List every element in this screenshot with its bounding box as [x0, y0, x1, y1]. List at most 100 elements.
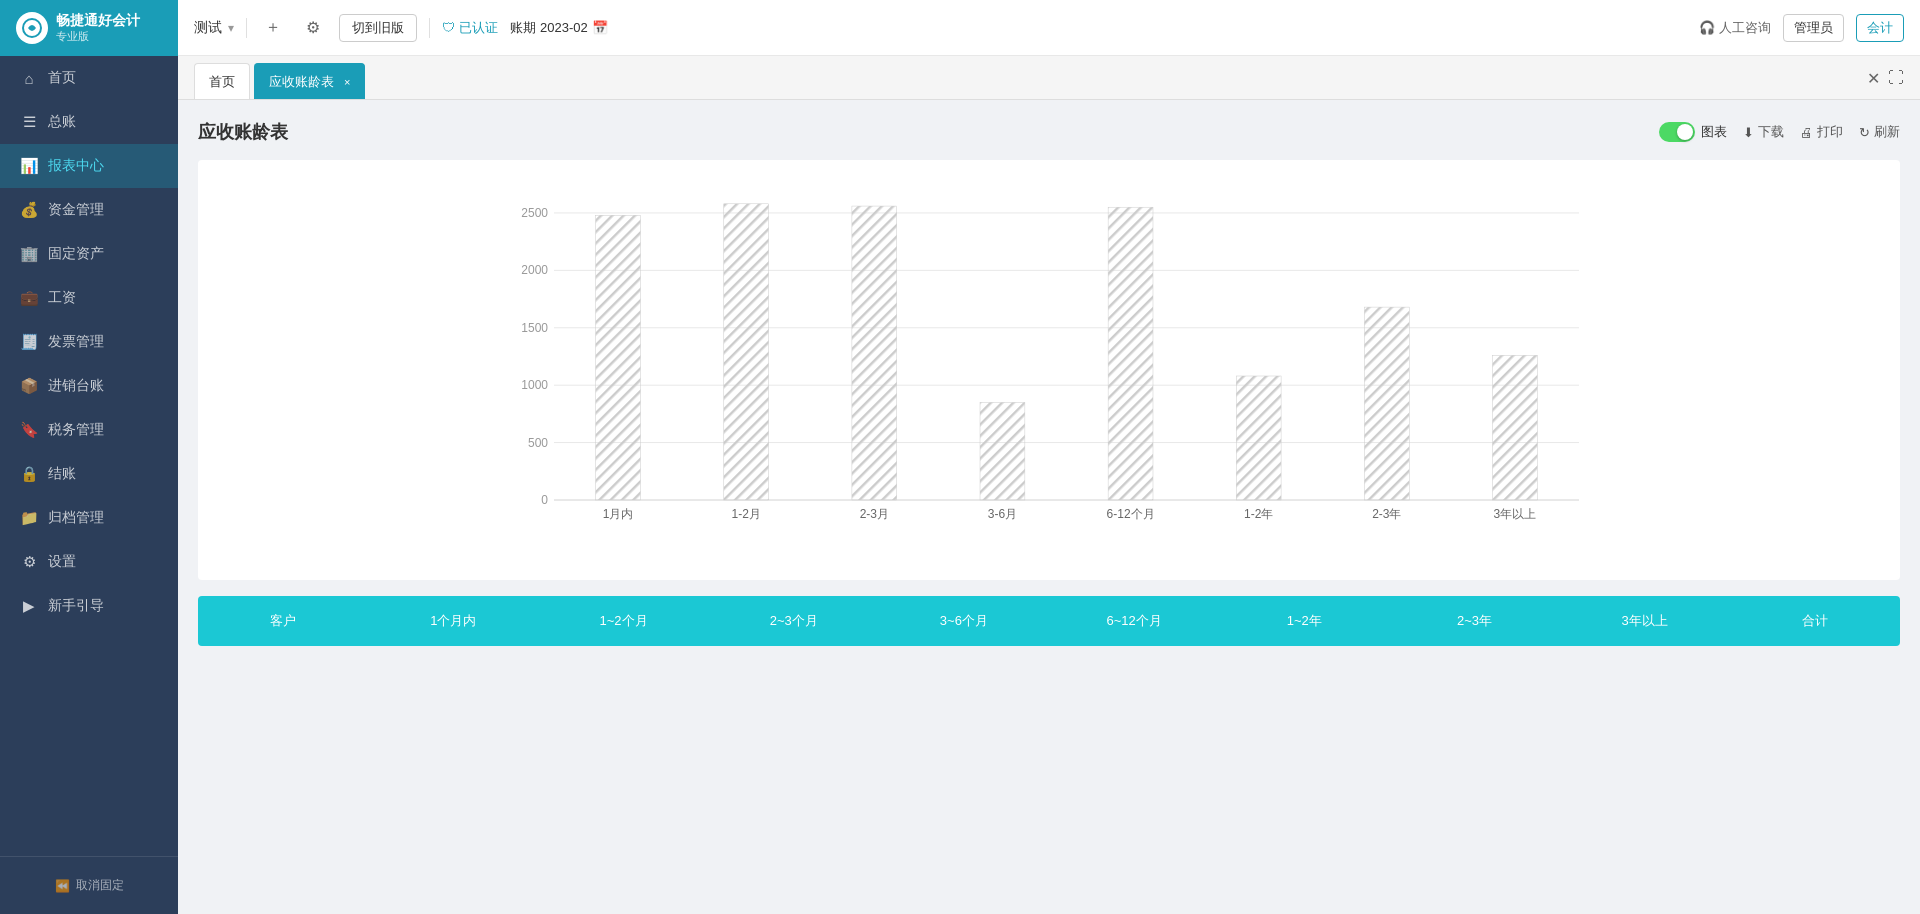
- tabs-bar: 首页应收账龄表× ✕ ⛶: [178, 56, 1920, 100]
- sidebar: 畅捷通好会计 专业版 ⌂首页 ☰ 总账 📊报表中心💰资金管理 🏢 固定资产 💼工资🧾发票管理…: [0, 0, 178, 914]
- tabs-right-actions: ✕ ⛶: [1867, 68, 1904, 87]
- nav-label-tax: 税务管理: [48, 421, 104, 439]
- sidebar-item-reports[interactable]: 📊报表中心: [0, 144, 178, 188]
- nav-label-guide: 新手引导: [48, 597, 104, 615]
- svg-text:0: 0: [541, 493, 548, 507]
- bar-3年以上: [1493, 355, 1538, 500]
- table-header-1~2年: 1~2年: [1219, 596, 1389, 646]
- tab-home[interactable]: 首页: [194, 63, 250, 99]
- table-header-6~12个月: 6~12个月: [1049, 596, 1219, 646]
- switch-version-btn[interactable]: 切到旧版: [339, 14, 417, 42]
- sidebar-item-assets[interactable]: 🏢 固定资产: [0, 232, 178, 276]
- chart-toggle[interactable]: [1659, 122, 1695, 142]
- sidebar-item-home[interactable]: ⌂首页: [0, 56, 178, 100]
- print-btn[interactable]: 🖨 打印: [1800, 123, 1843, 141]
- tab-close-aging[interactable]: ×: [344, 76, 350, 88]
- x-label-3-6月: 3-6月: [988, 507, 1017, 521]
- sidebar-item-ledger[interactable]: ☰ 总账: [0, 100, 178, 144]
- x-label-6-12个月: 6-12个月: [1107, 507, 1155, 521]
- sidebar-item-archive[interactable]: 📁 归档管理: [0, 496, 178, 540]
- x-label-1-2月: 1-2月: [732, 507, 761, 521]
- table-header-3年以上: 3年以上: [1560, 596, 1730, 646]
- report-actions: 图表 ⬇ 下载 🖨 打印 ↻ 刷新: [1659, 122, 1900, 142]
- table-header: 客户1个月内1~2个月2~3个月3~6个月6~12个月1~2年2~3年3年以上合…: [198, 596, 1900, 646]
- sidebar-item-invoice[interactable]: 🧾发票管理: [0, 320, 178, 364]
- nav-label-assets: 固定资产: [48, 245, 104, 263]
- download-icon: ⬇: [1743, 125, 1754, 140]
- bar-1-2月: [724, 204, 769, 500]
- refresh-btn[interactable]: ↻ 刷新: [1859, 123, 1900, 141]
- svg-text:1000: 1000: [521, 378, 548, 392]
- bar-1-2年: [1236, 376, 1281, 500]
- bar-chart-wrapper: 050010001500200025001月内1-2月2-3月3-6月6-12个…: [218, 180, 1880, 560]
- main-area: 测试 ▾ ＋ ⚙ 切到旧版 🛡 已认证 账期 2023-02 📅 🎧 人工咨询 …: [178, 0, 1920, 914]
- download-btn[interactable]: ⬇ 下载: [1743, 123, 1784, 141]
- refresh-icon: ↻: [1859, 125, 1870, 140]
- sidebar-item-trade[interactable]: 📦进销台账: [0, 364, 178, 408]
- sidebar-item-guide[interactable]: ▶ 新手引导: [0, 584, 178, 628]
- calendar-icon[interactable]: 📅: [592, 20, 608, 35]
- expand-btn[interactable]: ⛶: [1888, 68, 1904, 87]
- nav-icon-close: 🔒: [20, 465, 38, 483]
- bar-6-12个月: [1108, 207, 1153, 500]
- verified-badge: 🛡 已认证: [442, 19, 498, 37]
- shield-icon: 🛡: [442, 20, 455, 35]
- sidebar-bottom: ⏪ 取消固定: [0, 856, 178, 914]
- table-header-2~3年: 2~3年: [1389, 596, 1559, 646]
- settings-btn[interactable]: ⚙: [299, 14, 327, 42]
- svg-text:500: 500: [528, 436, 548, 450]
- bar-chart-svg: 050010001500200025001月内1-2月2-3月3-6月6-12个…: [218, 180, 1880, 560]
- app-name-text: 畅捷通好会计 专业版: [56, 12, 140, 44]
- data-table: 客户1个月内1~2个月2~3个月3~6个月6~12个月1~2年2~3年3年以上合…: [198, 596, 1900, 646]
- sidebar-nav: ⌂首页 ☰ 总账 📊报表中心💰资金管理 🏢 固定资产 💼工资🧾发票管理📦进销台账 🔖 税务管理 🔒…: [0, 56, 178, 856]
- bar-2-3月: [852, 206, 897, 500]
- close-tab-btn[interactable]: ✕: [1867, 68, 1880, 87]
- x-label-1月内: 1月内: [603, 507, 634, 521]
- chart-container: 050010001500200025001月内1-2月2-3月3-6月6-12个…: [198, 160, 1900, 580]
- nav-icon-ledger: ☰: [20, 113, 38, 131]
- chart-label: 图表: [1701, 123, 1727, 141]
- sidebar-item-funds[interactable]: 💰资金管理: [0, 188, 178, 232]
- topbar: 测试 ▾ ＋ ⚙ 切到旧版 🛡 已认证 账期 2023-02 📅 🎧 人工咨询 …: [178, 0, 1920, 56]
- nav-icon-archive: 📁: [20, 509, 38, 527]
- x-label-2-3月: 2-3月: [860, 507, 889, 521]
- table-header-客户: 客户: [198, 596, 368, 646]
- sidebar-logo: 畅捷通好会计 专业版: [0, 0, 178, 56]
- report-title: 应收账龄表: [198, 120, 288, 144]
- sidebar-item-tax[interactable]: 🔖 税务管理: [0, 408, 178, 452]
- project-selector[interactable]: 测试 ▾: [194, 19, 234, 37]
- nav-label-archive: 归档管理: [48, 509, 104, 527]
- headset-icon: 🎧: [1699, 20, 1715, 35]
- sidebar-item-salary[interactable]: 💼工资: [0, 276, 178, 320]
- chart-toggle-group: 图表: [1659, 122, 1727, 142]
- consult-btn[interactable]: 🎧 人工咨询: [1699, 19, 1771, 37]
- nav-icon-settings: ⚙: [20, 553, 38, 571]
- account-btn[interactable]: 会计: [1856, 14, 1904, 42]
- nav-label-reports: 报表中心: [48, 157, 104, 175]
- print-icon: 🖨: [1800, 125, 1813, 140]
- nav-label-settings: 设置: [48, 553, 76, 571]
- report-header: 应收账龄表 图表 ⬇ 下载 🖨 打印 ↻ 刷新: [198, 120, 1900, 144]
- nav-label-ledger: 总账: [48, 113, 76, 131]
- nav-icon-salary: 💼: [20, 289, 38, 307]
- bar-1月内: [596, 215, 641, 500]
- nav-icon-tax: 🔖: [20, 421, 38, 439]
- cancel-fixed-btn[interactable]: ⏪ 取消固定: [0, 867, 178, 904]
- tab-aging[interactable]: 应收账龄表×: [254, 63, 365, 99]
- topbar-divider-2: [429, 18, 430, 38]
- bar-2-3年: [1364, 307, 1409, 500]
- table-header-2~3个月: 2~3个月: [709, 596, 879, 646]
- sidebar-item-close[interactable]: 🔒结账: [0, 452, 178, 496]
- sidebar-item-settings[interactable]: ⚙ 设置: [0, 540, 178, 584]
- add-btn[interactable]: ＋: [259, 14, 287, 42]
- svg-text:2500: 2500: [521, 206, 548, 220]
- nav-icon-guide: ▶: [20, 597, 38, 615]
- table-header-1~2个月: 1~2个月: [538, 596, 708, 646]
- manager-btn[interactable]: 管理员: [1783, 14, 1844, 42]
- nav-label-trade: 进销台账: [48, 377, 104, 395]
- x-label-1-2年: 1-2年: [1244, 507, 1273, 521]
- bar-3-6月: [980, 402, 1025, 500]
- nav-icon-assets: 🏢: [20, 245, 38, 263]
- nav-label-home: 首页: [48, 69, 76, 87]
- svg-text:2000: 2000: [521, 263, 548, 277]
